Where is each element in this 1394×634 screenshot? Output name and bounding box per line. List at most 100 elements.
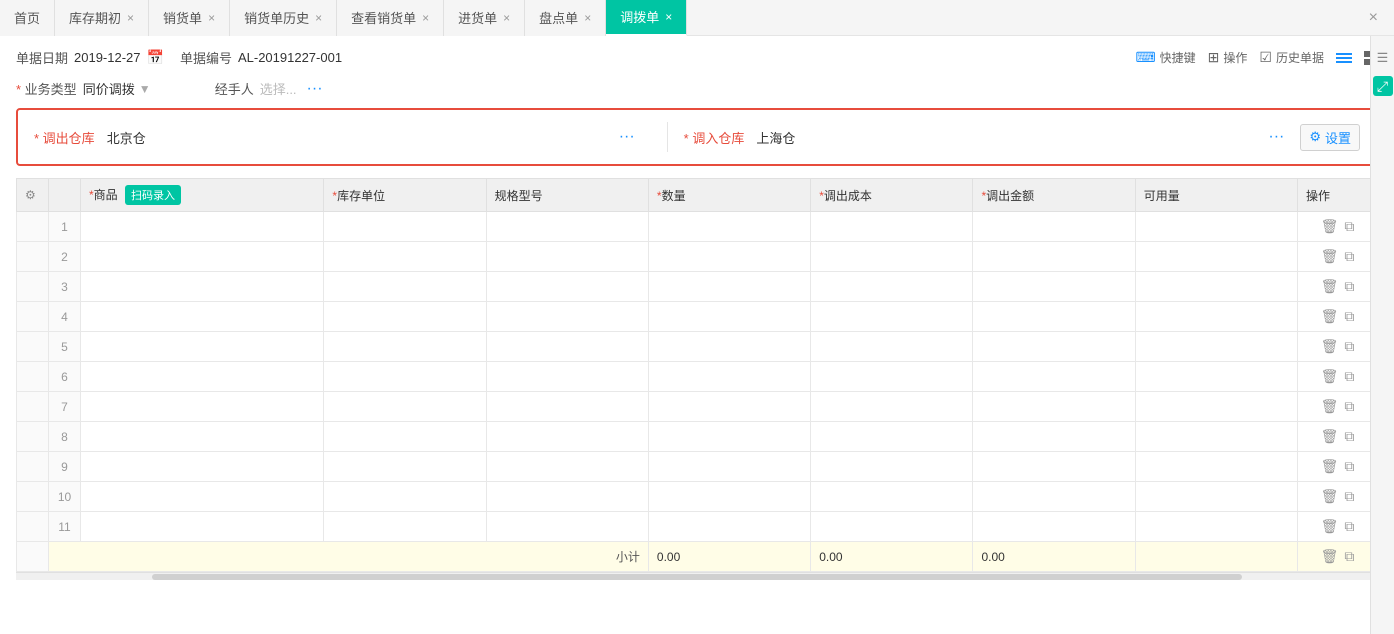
delete-icon[interactable]: 🗑 [1321,248,1339,265]
tab-view-sales[interactable]: 查看销货单 × [337,0,444,36]
horizontal-scrollbar[interactable] [16,572,1378,580]
transfer-in-value[interactable]: 上海仓 [756,128,795,147]
row-quantity-cell[interactable] [648,422,810,452]
copy-icon[interactable]: ⧉ [1344,428,1354,445]
row-amount-cell[interactable] [973,242,1135,272]
row-spec-cell[interactable] [486,242,648,272]
delete-icon[interactable]: 🗑 [1321,338,1339,355]
row-amount-cell[interactable] [973,452,1135,482]
row-spec-cell[interactable] [486,422,648,452]
row-amount-cell[interactable] [973,362,1135,392]
row-unit-cell[interactable] [324,272,486,302]
col-settings-header[interactable]: ⚙ [17,179,49,212]
copy-icon[interactable]: ⧉ [1344,308,1354,325]
row-cost-cell[interactable] [811,512,973,542]
copy-icon[interactable]: ⧉ [1344,338,1354,355]
row-amount-cell[interactable] [973,512,1135,542]
tab-purchase[interactable]: 进货单 × [444,0,525,36]
row-quantity-cell[interactable] [648,482,810,512]
row-amount-cell[interactable] [973,422,1135,452]
row-amount-cell[interactable] [973,482,1135,512]
row-available-cell[interactable] [1135,452,1297,482]
transfer-out-value[interactable]: 北京仓 [107,128,146,147]
row-available-cell[interactable] [1135,302,1297,332]
row-quantity-cell[interactable] [648,242,810,272]
row-quantity-cell[interactable] [648,512,810,542]
settings-button[interactable]: ⚙ 设置 [1300,124,1360,151]
row-amount-cell[interactable] [973,272,1135,302]
row-unit-cell[interactable] [324,482,486,512]
delete-icon[interactable]: 🗑 [1321,488,1339,505]
row-quantity-cell[interactable] [648,332,810,362]
tab-inventory-check[interactable]: 盘点单 × [525,0,606,36]
row-amount-cell[interactable] [973,212,1135,242]
row-spec-cell[interactable] [486,482,648,512]
row-spec-cell[interactable] [486,392,648,422]
row-cost-cell[interactable] [811,422,973,452]
tab-transfer-close[interactable]: × [665,11,672,23]
row-spec-cell[interactable] [486,512,648,542]
delete-icon[interactable]: 🗑 [1321,368,1339,385]
tab-inventory-check-close[interactable]: × [584,12,591,24]
row-amount-cell[interactable] [973,302,1135,332]
row-spec-cell[interactable] [486,452,648,482]
delete-icon[interactable]: 🗑 [1321,518,1339,535]
row-quantity-cell[interactable] [648,272,810,302]
scan-button[interactable]: 扫码录入 [125,185,181,205]
copy-icon[interactable]: ⧉ [1344,398,1354,415]
row-amount-cell[interactable] [973,392,1135,422]
row-cost-cell[interactable] [811,212,973,242]
row-available-cell[interactable] [1135,362,1297,392]
row-spec-cell[interactable] [486,302,648,332]
tab-initial-inventory-close[interactable]: × [127,12,134,24]
row-cost-cell[interactable] [811,362,973,392]
row-quantity-cell[interactable] [648,212,810,242]
shortcut-button[interactable]: ⌨ 快捷键 [1135,49,1195,66]
business-type-select[interactable]: 同价调拨 ▼ [83,79,183,98]
row-product-cell[interactable] [81,332,324,362]
copy-icon[interactable]: ⧉ [1344,278,1354,295]
row-cost-cell[interactable] [811,302,973,332]
row-amount-cell[interactable] [973,332,1135,362]
transfer-out-more-icon[interactable]: ··· [619,128,651,146]
row-unit-cell[interactable] [324,512,486,542]
person-select[interactable]: 选择... [260,79,297,98]
row-available-cell[interactable] [1135,512,1297,542]
row-available-cell[interactable] [1135,482,1297,512]
tab-sales-order[interactable]: 销货单 × [149,0,230,36]
row-cost-cell[interactable] [811,272,973,302]
operation-button[interactable]: ⊞ 操作 [1208,49,1248,66]
delete-icon[interactable]: 🗑 [1321,398,1339,415]
copy-icon[interactable]: ⧉ [1344,458,1354,475]
delete-icon[interactable]: 🗑 [1321,218,1339,235]
calendar-icon[interactable]: 📅 [147,49,164,66]
layout-lines-icon[interactable] [1336,53,1352,63]
delete-icon[interactable]: 🗑 [1321,458,1339,475]
transfer-in-more-icon[interactable]: ··· [1268,128,1300,146]
row-quantity-cell[interactable] [648,392,810,422]
row-available-cell[interactable] [1135,212,1297,242]
row-product-cell[interactable] [81,422,324,452]
row-unit-cell[interactable] [324,302,486,332]
row-spec-cell[interactable] [486,332,648,362]
row-unit-cell[interactable] [324,452,486,482]
row-product-cell[interactable] [81,482,324,512]
row-product-cell[interactable] [81,392,324,422]
row-unit-cell[interactable] [324,392,486,422]
copy-icon[interactable]: ⧉ [1344,248,1354,265]
row-product-cell[interactable] [81,512,324,542]
row-cost-cell[interactable] [811,332,973,362]
row-product-cell[interactable] [81,302,324,332]
row-unit-cell[interactable] [324,212,486,242]
row-cost-cell[interactable] [811,482,973,512]
row-product-cell[interactable] [81,212,324,242]
tab-transfer[interactable]: 调拨单 × [606,0,687,36]
row-quantity-cell[interactable] [648,362,810,392]
tab-home[interactable]: 首页 [0,0,55,36]
tab-initial-inventory[interactable]: 库存期初 × [55,0,149,36]
person-more-icon[interactable]: ··· [307,80,323,98]
row-product-cell[interactable] [81,272,324,302]
sidebar-list-icon[interactable]: ☰ [1373,48,1393,68]
window-close-button[interactable]: × [1361,9,1386,27]
row-available-cell[interactable] [1135,392,1297,422]
